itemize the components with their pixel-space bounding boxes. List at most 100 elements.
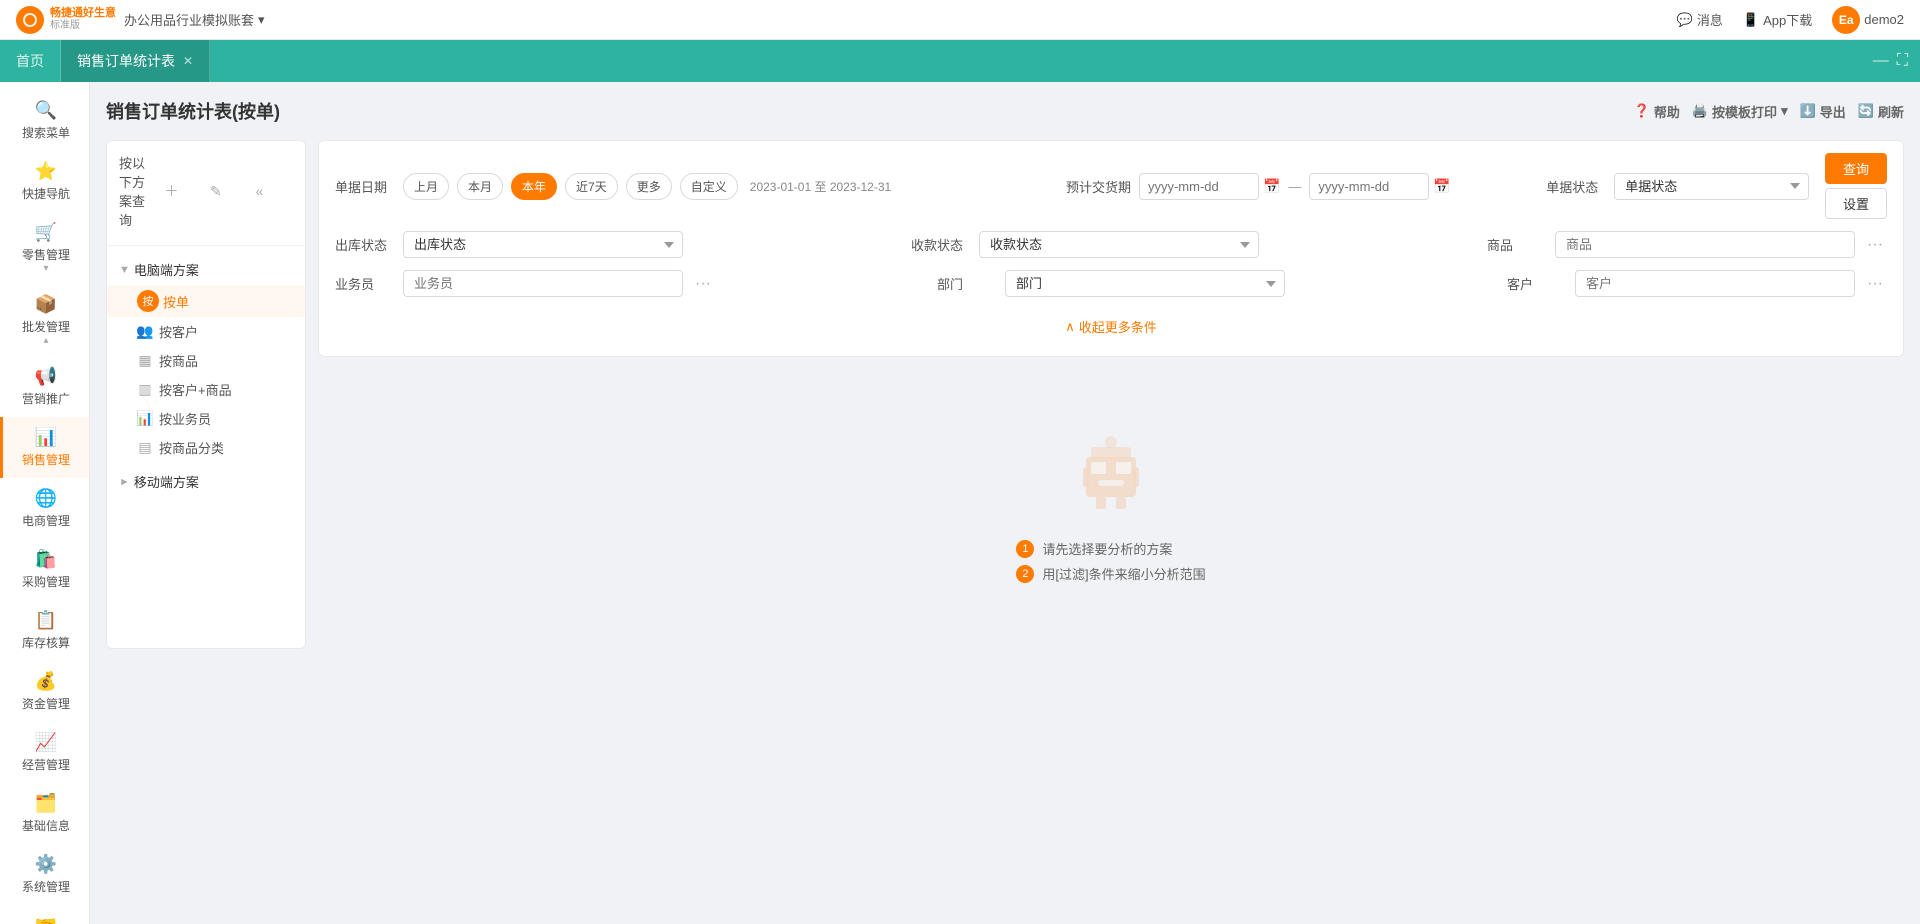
- sidebar: 🔍 搜索菜单 ⭐ 快捷导航 🛒 零售管理 ▾ 📦 批发管理 ▴ 📢 营销推广 📊…: [0, 82, 90, 924]
- sidebar-item-shortcut[interactable]: ⭐ 快捷导航: [0, 151, 89, 212]
- desktop-scheme-parent[interactable]: ▼ 电脑端方案: [107, 254, 305, 285]
- salesperson-more-icon[interactable]: ···: [691, 271, 715, 297]
- step2-num: 2: [1016, 565, 1034, 583]
- mobile-scheme-section: ▼ 移动端方案: [107, 466, 305, 501]
- sidebar-item-retail[interactable]: 🛒 零售管理 ▾: [0, 212, 89, 284]
- date-dash: —: [1288, 179, 1301, 194]
- date-btn-last-month[interactable]: 上月: [403, 173, 449, 200]
- sidebar-item-marketing[interactable]: 📢 营销推广: [0, 356, 89, 417]
- department-select[interactable]: 部门: [1005, 270, 1285, 297]
- scheme-按客户商品[interactable]: ▥ 按客户+商品: [107, 375, 305, 404]
- template-print-btn[interactable]: 🖨️ 按模板打印 ▾: [1692, 102, 1788, 121]
- empty-state: 1 请先选择要分析的方案 2 用[过滤]条件来缩小分析范围: [318, 357, 1904, 649]
- order-status-select[interactable]: 单据状态: [1614, 173, 1809, 200]
- sidebar-item-operation[interactable]: 📈 经营管理: [0, 722, 89, 783]
- people-icon: 👥: [137, 324, 153, 340]
- customer-goods-icon: ▥: [137, 382, 153, 398]
- logo-area: 畅捷通好生意 标准版: [16, 6, 116, 34]
- star-icon: ⭐: [35, 161, 57, 182]
- page-header: 销售订单统计表(按单) ❓ 帮助 🖨️ 按模板打印 ▾ ⬇️ 导出 🔄 刷新: [106, 98, 1904, 124]
- refresh-btn[interactable]: 🔄 刷新: [1858, 102, 1904, 121]
- app-download-btn[interactable]: 📱 App下载: [1743, 10, 1812, 29]
- top-header: 畅捷通好生意 标准版 办公用品行业模拟账套 ▾ 💬 消息 📱 App下载 Ea …: [0, 0, 1920, 40]
- header-left: 畅捷通好生意 标准版 办公用品行业模拟账套 ▾: [16, 6, 265, 34]
- filter-row-ship: 出库状态 出库状态 收款状态 收款状态 商品 ···: [335, 231, 1887, 258]
- sidebar-item-system[interactable]: ⚙️ 系统管理: [0, 844, 89, 905]
- tab-sales-stat[interactable]: 销售订单统计表 ✕: [61, 40, 210, 82]
- sidebar-item-wholesale[interactable]: 📦 批发管理 ▴: [0, 284, 89, 356]
- message-icon: 💬: [1677, 12, 1693, 28]
- app-selector[interactable]: 办公用品行业模拟账套 ▾: [124, 10, 265, 29]
- mobile-scheme-parent[interactable]: ▼ 移动端方案: [107, 466, 305, 497]
- messages-btn[interactable]: 💬 消息: [1677, 10, 1723, 29]
- scheme-按单[interactable]: 按 按单: [107, 285, 305, 317]
- sidebar-item-purchase[interactable]: 🛍️ 采购管理: [0, 539, 89, 600]
- filter-row-date: 单据日期 上月 本月 本年 近7天 更多 自定义 2023-01-01 至 20…: [335, 153, 1887, 219]
- expected-date-end-input[interactable]: [1309, 173, 1429, 200]
- scheme-按商品[interactable]: ▦ 按商品: [107, 346, 305, 375]
- date-btn-last-7-days[interactable]: 近7天: [565, 173, 618, 200]
- filter-area: 单据日期 上月 本月 本年 近7天 更多 自定义 2023-01-01 至 20…: [318, 140, 1904, 357]
- customer-label: 客户: [1507, 274, 1567, 293]
- payment-status-label: 收款状态: [911, 235, 971, 254]
- sales-icon: 📊: [35, 427, 57, 448]
- query-btn[interactable]: 查询: [1825, 153, 1887, 184]
- search-icon: 🔍: [35, 100, 57, 121]
- right-panel: 单据日期 上月 本月 本年 近7天 更多 自定义 2023-01-01 至 20…: [318, 140, 1904, 649]
- sidebar-item-search[interactable]: 🔍 搜索菜单: [0, 90, 89, 151]
- date-btn-this-month[interactable]: 本月: [457, 173, 503, 200]
- tab-close-icon[interactable]: ✕: [183, 54, 193, 68]
- salesperson-label: 业务员: [335, 274, 395, 293]
- collapse-left-icon[interactable]: «: [256, 183, 294, 199]
- sidebar-item-cooperation[interactable]: 🤝 企业协同: [0, 905, 89, 924]
- expand-arrow-icon: ▼: [119, 264, 130, 276]
- tab-bar-actions: — ⛶: [1873, 52, 1920, 70]
- tab-maximize-icon[interactable]: ⛶: [1897, 52, 1908, 70]
- goods-more-icon[interactable]: ···: [1863, 232, 1887, 258]
- empty-step-1: 1 请先选择要分析的方案: [1016, 539, 1205, 558]
- ship-status-select[interactable]: 出库状态: [403, 231, 683, 258]
- category-icon: ▤: [137, 440, 153, 456]
- tab-home[interactable]: 首页: [0, 40, 61, 82]
- scheme-按客户[interactable]: 👥 按客户: [107, 317, 305, 346]
- calendar-end-icon[interactable]: 📅: [1433, 178, 1450, 195]
- sidebar-item-finance[interactable]: 💰 资金管理: [0, 661, 89, 722]
- scheme-按商品分类[interactable]: ▤ 按商品分类: [107, 433, 305, 462]
- expected-date-start-input[interactable]: [1139, 173, 1259, 200]
- tab-minimize-icon[interactable]: —: [1873, 52, 1889, 70]
- customer-input[interactable]: [1575, 270, 1855, 297]
- export-btn[interactable]: ⬇️ 导出: [1800, 102, 1846, 121]
- customer-more-icon[interactable]: ···: [1863, 271, 1887, 297]
- page-title-actions: ❓ 帮助 🖨️ 按模板打印 ▾ ⬇️ 导出 🔄 刷新: [1634, 102, 1904, 121]
- logo-subtitle: 标准版: [50, 20, 116, 32]
- filter-row-person: 业务员 ··· 部门 部门 客户 ···: [335, 270, 1887, 297]
- order-status-label: 单据状态: [1546, 177, 1606, 196]
- date-btn-more[interactable]: 更多: [626, 173, 672, 200]
- help-btn[interactable]: ❓ 帮助: [1634, 102, 1680, 121]
- date-btn-custom[interactable]: 自定义: [680, 173, 738, 200]
- settings-btn[interactable]: 设置: [1825, 188, 1887, 219]
- payment-status-select[interactable]: 收款状态: [979, 231, 1259, 258]
- calendar-start-icon[interactable]: 📅: [1263, 178, 1280, 195]
- date-btn-this-year[interactable]: 本年: [511, 173, 557, 200]
- user-profile[interactable]: Ea demo2: [1832, 6, 1904, 34]
- add-scheme-icon[interactable]: ＋: [165, 181, 203, 201]
- sidebar-item-basic[interactable]: 🗂️ 基础信息: [0, 783, 89, 844]
- scheme-按业务员[interactable]: 📊 按业务员: [107, 404, 305, 433]
- sidebar-item-ecommerce[interactable]: 🌐 电商管理: [0, 478, 89, 539]
- goods-input[interactable]: [1555, 231, 1855, 258]
- collapse-more-btn[interactable]: ∧ 收起更多条件: [1057, 309, 1165, 344]
- page-title: 销售订单统计表(按单): [106, 98, 280, 124]
- date-range-display: 2023-01-01 至 2023-12-31: [750, 178, 891, 195]
- sidebar-item-sales[interactable]: 📊 销售管理: [0, 417, 89, 478]
- operation-icon: 📈: [35, 732, 57, 753]
- ship-status-label: 出库状态: [335, 235, 395, 254]
- inventory-icon: 📋: [35, 610, 57, 631]
- help-icon: ❓: [1634, 103, 1650, 119]
- sidebar-item-inventory[interactable]: 📋 库存核算: [0, 600, 89, 661]
- edit-scheme-icon[interactable]: ✎: [210, 183, 248, 200]
- department-label: 部门: [937, 274, 997, 293]
- purchase-icon: 🛍️: [35, 549, 57, 570]
- salesperson-input[interactable]: [403, 270, 683, 297]
- expected-date-label: 预计交货期: [1066, 177, 1131, 196]
